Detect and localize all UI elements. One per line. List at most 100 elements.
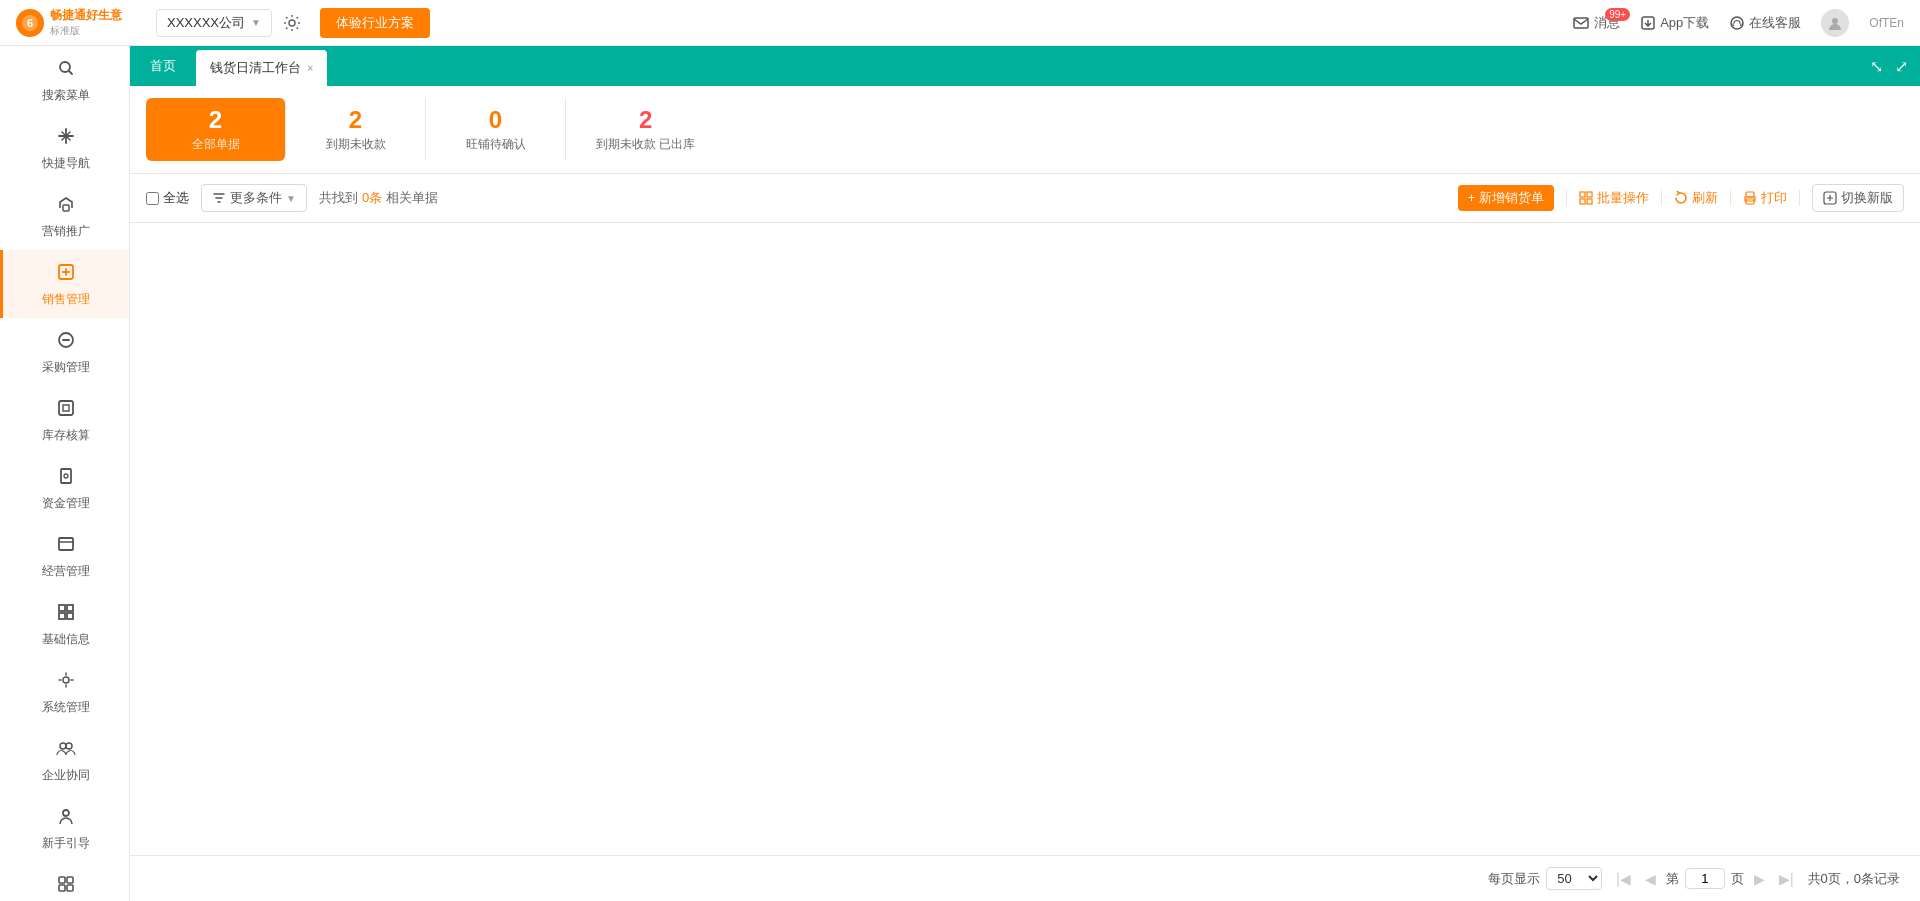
next-page-button[interactable]: ▶ <box>1750 869 1769 889</box>
sidebar-item-quicknav[interactable]: 快捷导航 <box>0 114 129 182</box>
sidebar-item-purchase[interactable]: 采购管理 <box>0 318 129 386</box>
finance-icon <box>56 466 76 491</box>
top-header: 6 畅捷通好生意 标准版 XXXXXX公司 ▼ 体验行业方案 消息 99+ <box>0 0 1920 46</box>
page-input[interactable] <box>1685 868 1725 889</box>
marketing-icon <box>56 194 76 219</box>
tab-expand-icon[interactable]: ⤢ <box>1891 53 1912 80</box>
stat-card-shipped[interactable]: 2 到期未收款 已出库 <box>566 98 725 161</box>
svg-rect-14 <box>59 538 73 550</box>
prev-page-button[interactable]: ◀ <box>1641 869 1660 889</box>
logo-text: 畅捷通好生意 标准版 <box>50 7 122 38</box>
tab-bar: 首页 钱货日清工作台 × ⤡ ⤢ <box>130 46 1920 86</box>
svg-rect-11 <box>59 401 73 415</box>
experience-button[interactable]: 体验行业方案 <box>320 8 430 38</box>
quicknav-icon <box>56 126 76 151</box>
svg-rect-26 <box>67 877 73 883</box>
last-page-button[interactable]: ▶| <box>1775 869 1798 889</box>
stat-card-pending[interactable]: 0 旺铺待确认 <box>426 98 566 161</box>
sidebar-item-newbie[interactable]: 新手引导 <box>0 794 129 862</box>
stat-card-overdue[interactable]: 2 到期未收款 <box>286 98 426 161</box>
tab-close-icon[interactable]: × <box>307 62 313 74</box>
sidebar-item-finance[interactable]: 资金管理 <box>0 454 129 522</box>
sidebar: 搜索菜单 快捷导航 营销推广 销售管理 采购管理 <box>0 46 130 901</box>
settings-icon[interactable] <box>276 7 308 39</box>
online-service-button[interactable]: 在线客服 <box>1729 14 1801 32</box>
svg-rect-16 <box>67 605 73 611</box>
stat-number-overdue: 2 <box>349 106 362 134</box>
sidebar-item-operations[interactable]: 经营管理 <box>0 522 129 590</box>
svg-point-13 <box>64 474 68 478</box>
svg-rect-3 <box>1574 18 1588 28</box>
sidebar-item-sales[interactable]: 销售管理 <box>0 250 129 318</box>
divider3 <box>1730 190 1731 206</box>
sidebar-item-system[interactable]: 系统管理 <box>0 658 129 726</box>
online-service-label: 在线客服 <box>1749 14 1801 32</box>
svg-point-21 <box>66 743 72 749</box>
svg-rect-8 <box>63 205 69 211</box>
svg-point-2 <box>289 20 295 26</box>
tab-minimize-icon[interactable]: ⤡ <box>1866 53 1887 80</box>
pagination-bar: 每页显示 10 20 50 100 |◀ ◀ 第 页 ▶ ▶| <box>130 855 1920 901</box>
page-size-select[interactable]: 10 20 50 100 <box>1546 867 1602 890</box>
sidebar-item-marketing[interactable]: 营销推广 <box>0 182 129 250</box>
message-badge: 99+ <box>1605 8 1630 21</box>
newbie-icon <box>56 806 76 831</box>
search-icon <box>56 58 76 83</box>
chevron-down-icon: ▼ <box>286 193 296 204</box>
svg-rect-23 <box>59 885 65 891</box>
content-area: 首页 钱货日清工作台 × ⤡ ⤢ 2 全部单据 2 到期未收款 <box>130 46 1920 901</box>
sales-icon <box>56 262 76 287</box>
svg-rect-24 <box>67 885 73 891</box>
select-all-checkbox[interactable]: 全选 <box>146 189 189 207</box>
svg-rect-25 <box>59 877 65 883</box>
basic-icon <box>56 602 76 627</box>
divider4 <box>1799 190 1800 206</box>
app-download-button[interactable]: App下载 <box>1640 14 1709 32</box>
svg-point-20 <box>60 743 66 749</box>
svg-rect-12 <box>61 469 71 483</box>
company-name: XXXXXX公司 <box>167 14 245 32</box>
inventory-icon <box>56 398 76 423</box>
page-content: 2 全部单据 2 到期未收款 0 旺铺待确认 2 到期未收款 已出库 <box>130 86 1920 901</box>
toolbar: 全选 更多条件 ▼ 共找到 0条 相关单据 + 新增销货单 <box>130 174 1920 223</box>
svg-rect-31 <box>1580 199 1585 204</box>
page-size-selector: 每页显示 10 20 50 100 <box>1488 867 1602 890</box>
print-button[interactable]: 打印 <box>1743 189 1787 207</box>
stat-label-all: 全部单据 <box>192 136 240 153</box>
sidebar-item-basic[interactable]: 基础信息 <box>0 590 129 658</box>
new-sales-button[interactable]: + 新增销货单 <box>1458 185 1554 211</box>
page-total: 共0页，0条记录 <box>1808 870 1900 888</box>
tab-home[interactable]: 首页 <box>130 46 196 86</box>
stat-card-all[interactable]: 2 全部单据 <box>146 98 286 161</box>
logo-icon: 6 <box>16 9 44 37</box>
tab-cash-daily[interactable]: 钱货日清工作台 × <box>196 50 327 86</box>
filter-button[interactable]: 更多条件 ▼ <box>201 184 307 212</box>
svg-point-6 <box>1832 18 1838 24</box>
first-page-button[interactable]: |◀ <box>1612 869 1635 889</box>
system-icon <box>56 670 76 695</box>
svg-text:6: 6 <box>27 17 33 29</box>
svg-rect-29 <box>1580 192 1585 197</box>
stat-label-overdue: 到期未收款 <box>326 136 386 153</box>
divider <box>1566 190 1567 206</box>
avatar[interactable] <box>1821 9 1849 37</box>
select-all-input[interactable] <box>146 192 159 205</box>
table-area <box>130 223 1920 855</box>
sidebar-item-appcenter[interactable]: 应用中心 <box>0 862 129 901</box>
refresh-button[interactable]: 刷新 <box>1674 189 1718 207</box>
enterprise-icon <box>56 738 76 763</box>
company-selector[interactable]: XXXXXX公司 ▼ <box>156 9 272 37</box>
stats-cards: 2 全部单据 2 到期未收款 0 旺铺待确认 2 到期未收款 已出库 <box>130 86 1920 174</box>
message-button[interactable]: 消息 99+ <box>1572 14 1620 32</box>
sidebar-item-enterprise[interactable]: 企业协同 <box>0 726 129 794</box>
stat-number-pending: 0 <box>489 106 502 134</box>
sidebar-item-search[interactable]: 搜索菜单 <box>0 46 129 114</box>
sidebar-item-inventory[interactable]: 库存核算 <box>0 386 129 454</box>
svg-point-5 <box>1731 17 1743 29</box>
logo-area: 6 畅捷通好生意 标准版 <box>16 7 146 38</box>
app-download-label: App下载 <box>1660 14 1709 32</box>
purchase-icon <box>56 330 76 355</box>
toolbar-right: + 新增销货单 批量操作 刷新 打印 <box>1458 184 1904 212</box>
switch-version-button[interactable]: 切换新版 <box>1812 184 1904 212</box>
batch-operation-button[interactable]: 批量操作 <box>1579 189 1649 207</box>
